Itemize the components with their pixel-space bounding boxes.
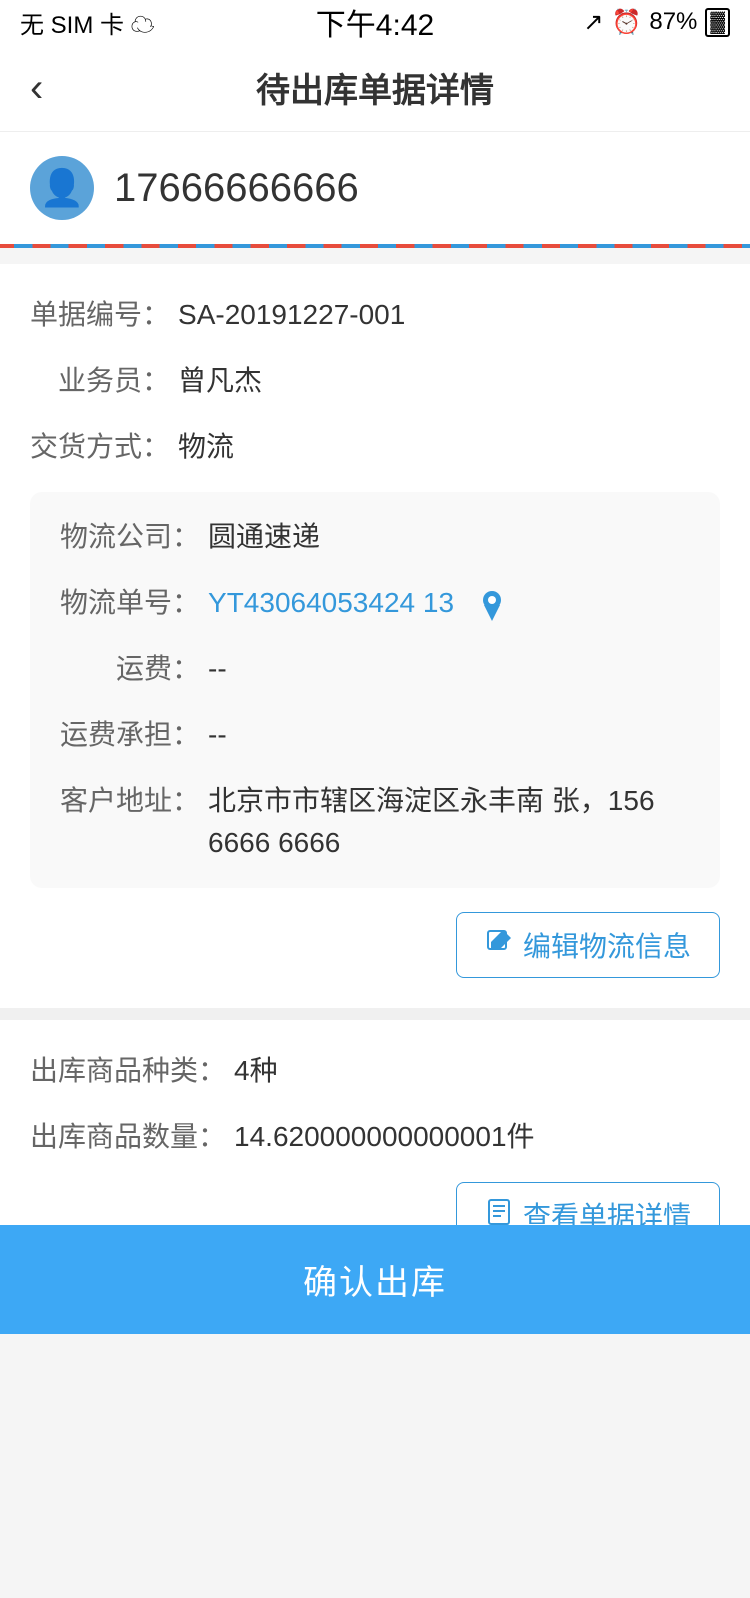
tracking-number-text: YT43064053424 13	[208, 587, 454, 618]
edit-logistics-button[interactable]: 编辑物流信息	[456, 912, 720, 978]
location-pin-icon[interactable]	[474, 585, 510, 621]
delivery-method-value: 物流	[170, 426, 720, 468]
logistics-company-label: 物流公司：	[60, 516, 200, 558]
freight-bearer-row: 运费承担： --	[60, 714, 690, 756]
customer-phone: 17666666666	[114, 166, 359, 211]
status-bar: 无 SIM 卡 ☁ 下午4:42 ↗ ⏰ 87% ▓	[0, 0, 750, 44]
document-number-row: 单据编号： SA-20191227-001	[30, 294, 720, 336]
tracking-number-value: YT43064053424 13	[200, 582, 690, 624]
location-icon: ↗	[583, 8, 603, 37]
freight-bearer-value: --	[200, 714, 690, 756]
document-number-label: 单据编号：	[30, 294, 170, 336]
status-time: 下午4:42	[316, 0, 434, 44]
product-qty-row: 出库商品数量： 14.620000000000001件	[30, 1116, 720, 1158]
sales-person-value: 曾凡杰	[170, 360, 720, 402]
customer-header: 👤 17666666666	[0, 132, 750, 248]
delivery-method-label: 交货方式：	[30, 426, 170, 468]
sim-label: 无 SIM 卡 ☁	[20, 5, 155, 40]
product-type-row: 出库商品种类： 4种	[30, 1050, 720, 1092]
edit-icon	[485, 928, 513, 963]
status-left: 无 SIM 卡 ☁	[20, 5, 155, 40]
document-info-section: 单据编号： SA-20191227-001 业务员： 曾凡杰 交货方式： 物流 …	[0, 264, 750, 1008]
product-type-value: 4种	[226, 1050, 720, 1092]
confirm-btn-wrapper: 确认出库	[0, 1225, 750, 1334]
customer-address-value: 北京市市辖区海淀区永丰南 张，156 6666 6666	[200, 780, 690, 864]
avatar: 👤	[30, 156, 94, 220]
alarm-icon: ⏰	[611, 8, 641, 37]
confirm-outbound-button[interactable]: 确认出库	[303, 1255, 447, 1304]
product-qty-label: 出库商品数量：	[30, 1116, 226, 1158]
delivery-method-row: 交货方式： 物流	[30, 426, 720, 468]
edit-logistics-label: 编辑物流信息	[523, 925, 691, 965]
sales-person-row: 业务员： 曾凡杰	[30, 360, 720, 402]
content-area: 👤 17666666666 单据编号： SA-20191227-001 业务员：…	[0, 132, 750, 1598]
document-number-value: SA-20191227-001	[170, 294, 720, 336]
tracking-number-row: 物流单号： YT43064053424 13	[60, 582, 690, 624]
customer-address-row: 客户地址： 北京市市辖区海淀区永丰南 张，156 6666 6666	[60, 780, 690, 864]
edit-logistics-btn-wrapper: 编辑物流信息	[30, 912, 720, 978]
logistics-company-row: 物流公司： 圆通速递	[60, 516, 690, 558]
battery-text: 87%	[649, 8, 697, 36]
tracking-number-label: 物流单号：	[60, 582, 200, 624]
back-button[interactable]: ‹	[30, 68, 43, 108]
divider-1	[0, 1008, 750, 1020]
battery-icon: ▓	[705, 8, 730, 37]
freight-bearer-label: 运费承担：	[60, 714, 200, 756]
page-wrapper: 无 SIM 卡 ☁ 下午4:42 ↗ ⏰ 87% ▓ ‹ 待出库单据详情 👤 1…	[0, 0, 750, 1598]
product-type-label: 出库商品种类：	[30, 1050, 226, 1092]
status-right: ↗ ⏰ 87% ▓	[583, 8, 730, 37]
sales-person-label: 业务员：	[30, 360, 170, 402]
product-qty-value: 14.620000000000001件	[226, 1116, 720, 1158]
logistics-company-value: 圆通速递	[200, 516, 690, 558]
freight-value: --	[200, 648, 690, 690]
freight-label: 运费：	[60, 648, 200, 690]
customer-address-label: 客户地址：	[60, 780, 200, 822]
nav-bar: ‹ 待出库单据详情	[0, 44, 750, 132]
logistics-card: 物流公司： 圆通速递 物流单号： YT43064053424 13	[30, 492, 720, 888]
avatar-icon: 👤	[40, 167, 85, 209]
freight-row: 运费： --	[60, 648, 690, 690]
page-title: 待出库单据详情	[256, 63, 494, 112]
